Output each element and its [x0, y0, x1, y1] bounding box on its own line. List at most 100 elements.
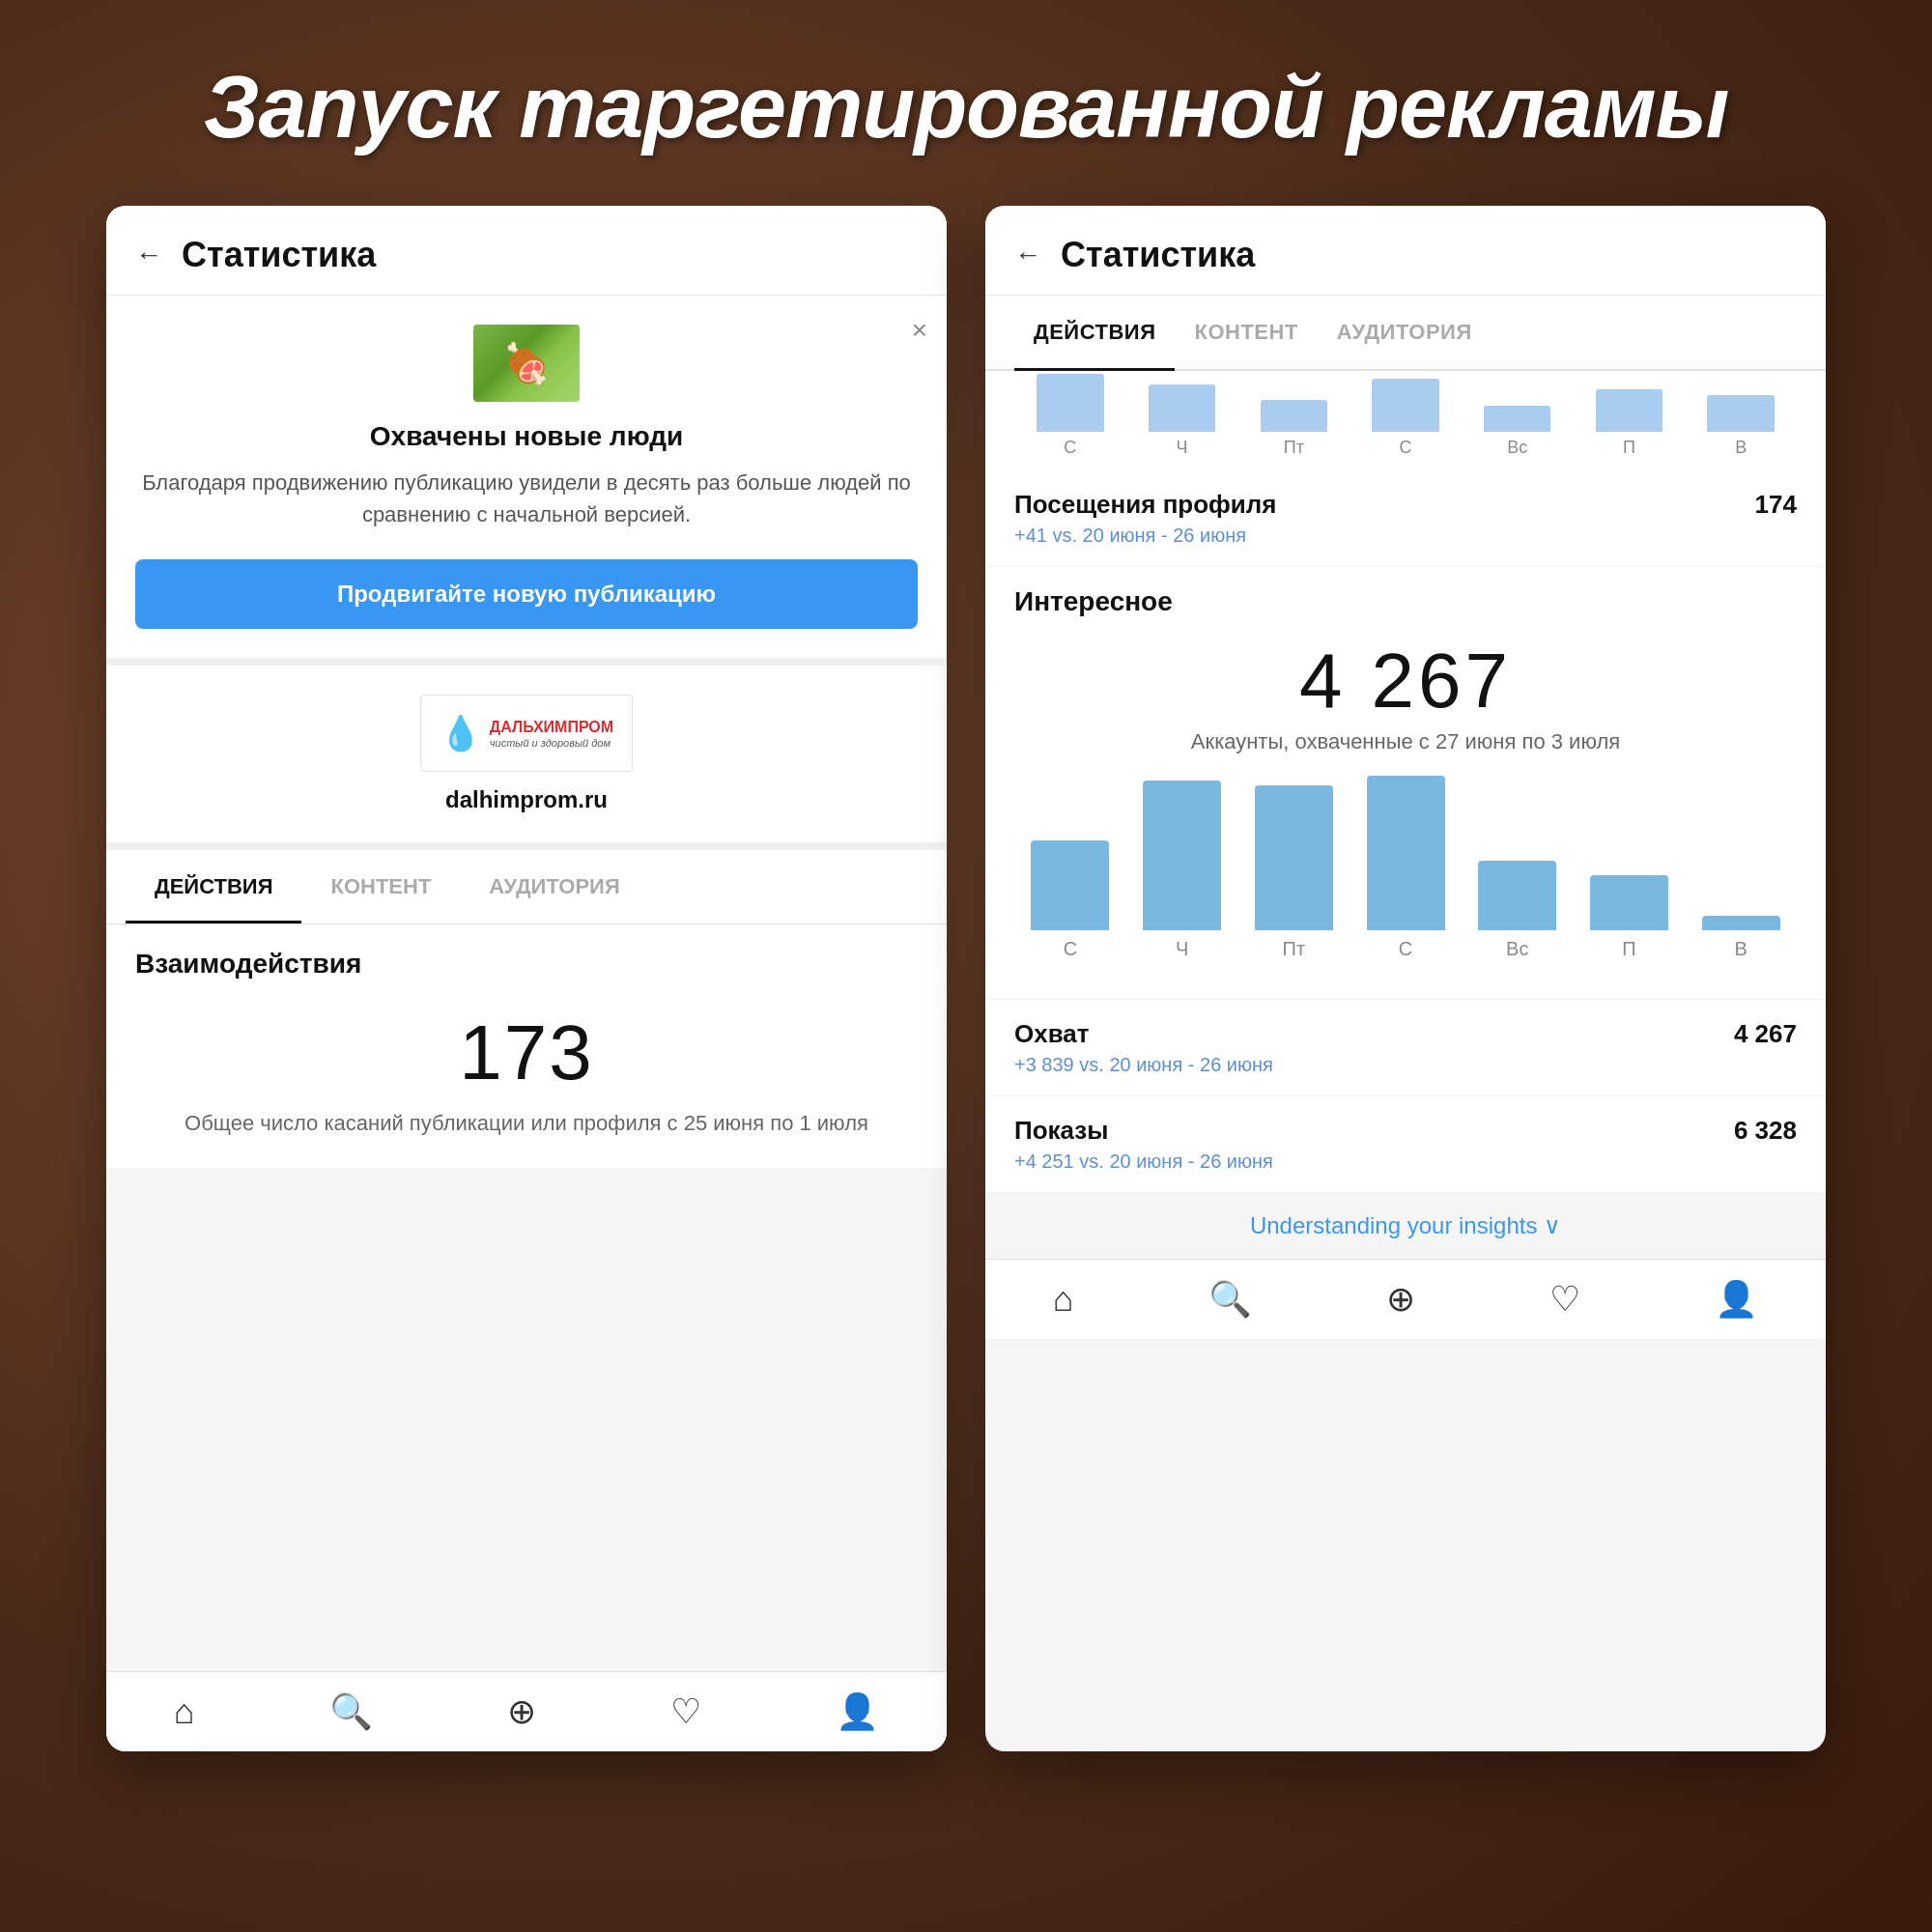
top-bar-label: Вс	[1507, 438, 1527, 458]
top-bar-col: Ч	[1126, 384, 1238, 458]
nav-profile-2[interactable]: 👤	[1715, 1279, 1758, 1320]
top-chart: С Ч Пт С Вс П В	[985, 371, 1826, 470]
reach-bar-col: Ч	[1126, 781, 1238, 960]
promo-image: 🍖	[473, 325, 580, 402]
screen-header-1: ← Статистика	[106, 206, 947, 296]
company-logo-inner: 💧 ДАЛЬХИМПРОМ чистый и здоровый дом	[440, 714, 613, 753]
interactions-section: Взаимодействия 173 Общее число касаний п…	[106, 924, 947, 1168]
interactions-description: Общее число касаний публикации или профи…	[106, 1107, 947, 1139]
profile-visits-row: Посещения профиля 174 +41 vs. 20 июня - …	[985, 470, 1826, 567]
tab-content-2[interactable]: КОНТЕНТ	[1175, 296, 1317, 369]
reach-bar-label: Вс	[1506, 938, 1528, 960]
top-bar	[1037, 374, 1103, 432]
nav-home-2[interactable]: ⌂	[1053, 1279, 1074, 1320]
nav-search-1[interactable]: 🔍	[329, 1691, 373, 1732]
reach-bar	[1143, 781, 1221, 930]
profile-visits-title: Посещения профиля 174	[1014, 490, 1797, 520]
top-bar	[1707, 395, 1774, 432]
reach-bar	[1478, 861, 1556, 930]
nav-add-1[interactable]: ⊕	[507, 1691, 536, 1732]
nav-profile-1[interactable]: 👤	[836, 1691, 879, 1732]
reach-bar	[1031, 840, 1109, 930]
bottom-nav-2: ⌂ 🔍 ⊕ ♡ 👤	[985, 1259, 1826, 1339]
phones-container: ← Статистика × 🍖 Охвачены новые люди Бла…	[0, 206, 1932, 1751]
top-bar-label: П	[1623, 438, 1635, 458]
reach-bar-col: Вс	[1462, 861, 1574, 960]
impressions-stat-row: Показы 6 328 +4 251 vs. 20 июня - 26 июн…	[985, 1096, 1826, 1193]
top-bar-col: В	[1685, 395, 1797, 458]
reach-bar-label: С	[1399, 938, 1412, 960]
promo-heading: Охвачены новые люди	[135, 421, 918, 452]
reach-number: 4 267	[1014, 637, 1797, 725]
company-section: 💧 ДАЛЬХИМПРОМ чистый и здоровый дом dalh…	[106, 666, 947, 850]
reach-stat-row: Охват 4 267 +3 839 vs. 20 июня - 26 июня	[985, 1000, 1826, 1096]
top-bar-label: Ч	[1177, 438, 1188, 458]
screen-header-2: ← Статистика	[985, 206, 1826, 296]
tab-actions-2[interactable]: ДЕЙСТВИЯ	[1014, 296, 1175, 369]
promote-button[interactable]: Продвигайте новую публикацию	[135, 559, 918, 629]
back-arrow-1[interactable]: ←	[135, 240, 162, 270]
profile-visits-value: 174	[1755, 490, 1797, 520]
top-bar-label: Пт	[1284, 438, 1304, 458]
reach-bar-col: С	[1014, 840, 1126, 960]
top-bar	[1149, 384, 1215, 432]
nav-like-2[interactable]: ♡	[1549, 1279, 1580, 1320]
top-bar-label: С	[1064, 438, 1076, 458]
company-subtitle: чистый и здоровый дом	[490, 737, 613, 749]
tab-audience-2[interactable]: АУДИТОРИЯ	[1318, 296, 1492, 369]
company-url[interactable]: dalhimprom.ru	[445, 786, 608, 813]
top-bar	[1484, 406, 1550, 432]
close-button[interactable]: ×	[912, 315, 927, 346]
top-bar-label: С	[1400, 438, 1412, 458]
back-arrow-2[interactable]: ←	[1014, 240, 1041, 270]
reach-stat-title: Охват 4 267	[1014, 1019, 1797, 1049]
reach-stat-label: Охват	[1014, 1019, 1090, 1049]
nav-search-2[interactable]: 🔍	[1208, 1279, 1252, 1320]
page-title: Запуск таргетированной рекламы	[0, 0, 1932, 206]
reach-stat-value: 4 267	[1734, 1019, 1797, 1049]
nav-home-1[interactable]: ⌂	[174, 1691, 195, 1732]
top-bar	[1596, 389, 1662, 432]
reach-bar-col: Пт	[1237, 785, 1350, 960]
reach-description: Аккаунты, охваченные с 27 июня по 3 июля	[1014, 725, 1797, 757]
company-name: ДАЛЬХИМПРОМ	[490, 718, 613, 736]
profile-visits-label: Посещения профиля	[1014, 490, 1277, 520]
reach-bar-label: П	[1622, 938, 1635, 960]
reach-bar-col: С	[1350, 776, 1462, 960]
reach-stat-comparison: +3 839 vs. 20 июня - 26 июня	[1014, 1054, 1797, 1076]
tabs-bar-2: ДЕЙСТВИЯ КОНТЕНТ АУДИТОРИЯ	[985, 296, 1826, 371]
interactions-number: 173	[106, 989, 947, 1107]
reach-bar-label: Пт	[1283, 938, 1306, 960]
reach-bar	[1255, 785, 1333, 930]
reach-bar-label: С	[1064, 938, 1077, 960]
interactions-title: Взаимодействия	[106, 924, 947, 989]
reach-bar	[1590, 875, 1668, 930]
top-bar-col: Пт	[1237, 400, 1350, 458]
reach-bar-label: В	[1735, 938, 1747, 960]
tab-audience-1[interactable]: АУДИТОРИЯ	[460, 850, 648, 923]
reach-section-title: Интересное	[1014, 586, 1797, 617]
profile-visits-comparison: +41 vs. 20 июня - 26 июня	[1014, 525, 1797, 547]
reach-bar-col: В	[1685, 916, 1797, 960]
tab-actions-1[interactable]: ДЕЙСТВИЯ	[126, 850, 301, 923]
understanding-link[interactable]: Understanding your insights ∨	[985, 1193, 1826, 1259]
top-bar-col: Вс	[1462, 406, 1574, 458]
nav-like-1[interactable]: ♡	[670, 1691, 701, 1732]
reach-bars-row: С Ч Пт С Вс П В	[1014, 786, 1797, 960]
impressions-stat-comparison: +4 251 vs. 20 июня - 26 июня	[1014, 1151, 1797, 1173]
impressions-stat-label: Показы	[1014, 1116, 1109, 1146]
top-bar-label: В	[1735, 438, 1747, 458]
screen-title-1: Статистика	[182, 235, 376, 275]
reach-bar-label: Ч	[1176, 938, 1188, 960]
top-bar	[1372, 379, 1438, 432]
impressions-stat-title: Показы 6 328	[1014, 1116, 1797, 1146]
tab-content-1[interactable]: КОНТЕНТ	[301, 850, 460, 923]
phone-screen-1: ← Статистика × 🍖 Охвачены новые люди Бла…	[106, 206, 947, 1751]
reach-section: Интересное 4 267 Аккаунты, охваченные с …	[985, 567, 1826, 1000]
nav-add-2[interactable]: ⊕	[1386, 1279, 1415, 1320]
phone-screen-2: ← Статистика ДЕЙСТВИЯ КОНТЕНТ АУДИТОРИЯ …	[985, 206, 1826, 1751]
screen-title-2: Статистика	[1061, 235, 1255, 275]
reach-bar	[1702, 916, 1780, 930]
company-logo: 💧 ДАЛЬХИМПРОМ чистый и здоровый дом	[420, 695, 633, 772]
company-name-block: ДАЛЬХИМПРОМ чистый и здоровый дом	[490, 718, 613, 748]
